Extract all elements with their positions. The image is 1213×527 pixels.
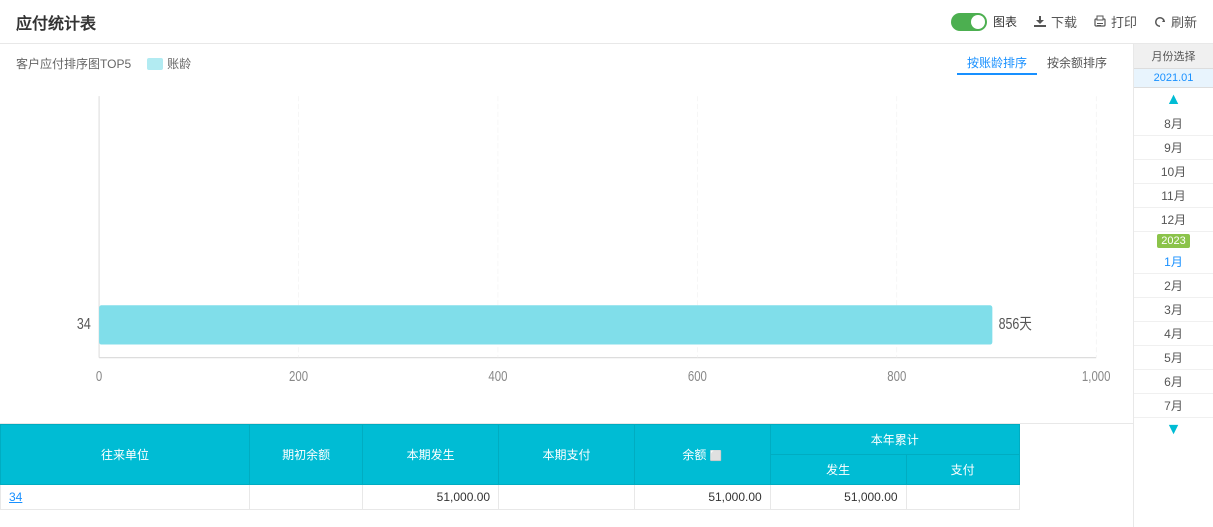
sidebar-current-month[interactable]: 2021.01: [1134, 69, 1213, 88]
col-header-opening: 期初余额: [250, 425, 363, 485]
col-header-balance: 余额 ⬜: [634, 425, 770, 485]
col-header-unit: 往来单位: [1, 425, 250, 485]
svg-text:200: 200: [289, 368, 308, 385]
refresh-label: 刷新: [1171, 12, 1197, 31]
col-header-current-occur: 本期发生: [363, 425, 499, 485]
sidebar-month-header: 月份选择: [1134, 44, 1213, 69]
sidebar-month-11[interactable]: 11月: [1134, 184, 1213, 208]
sidebar-month-8[interactable]: 8月: [1134, 112, 1213, 136]
sidebar-month-12[interactable]: 12月: [1134, 208, 1213, 232]
table-row: 34 51,000.00 51,000.00 51,000.00: [1, 485, 1133, 510]
sidebar-month-9[interactable]: 9月: [1134, 136, 1213, 160]
sidebar-month-4[interactable]: 4月: [1134, 322, 1213, 346]
sidebar-month-3[interactable]: 3月: [1134, 298, 1213, 322]
sort-by-balance-button[interactable]: 按余额排序: [1037, 52, 1117, 75]
svg-text:856天: 856天: [999, 316, 1032, 334]
download-button[interactable]: 下载: [1033, 12, 1077, 31]
sidebar-month-5[interactable]: 5月: [1134, 346, 1213, 370]
sort-by-aging-button[interactable]: 按账龄排序: [957, 52, 1037, 75]
sidebar-month-7[interactable]: 7月: [1134, 394, 1213, 418]
svg-text:400: 400: [488, 368, 507, 385]
cell-unit[interactable]: 34: [1, 485, 250, 510]
print-button[interactable]: 打印: [1093, 12, 1137, 31]
col-header-ytd-group: 本年累计: [770, 425, 1019, 455]
download-icon: [1033, 15, 1047, 29]
chart-container: 34 856天 0 200 400 600 800 1,000: [0, 83, 1133, 423]
legend-item-aging: 账龄: [147, 55, 191, 72]
year-marker-2023[interactable]: 2023: [1157, 234, 1189, 248]
data-table: 往来单位 期初余额 本期发生 本期支付 余额 ⬜ 本年累计 发生: [0, 424, 1133, 510]
col-header-ytd-pay: 支付: [906, 455, 1019, 485]
header-actions: 图表 下载 打印 刷新: [951, 12, 1197, 31]
cell-current-pay: [499, 485, 635, 510]
download-label: 下载: [1051, 12, 1077, 31]
print-label: 打印: [1111, 12, 1137, 31]
sidebar-month-1[interactable]: 1月: [1134, 250, 1213, 274]
chart-toggle[interactable]: [951, 13, 987, 31]
chart-legend: 客户应付排序图TOP5 账龄: [16, 55, 191, 72]
page-title: 应付统计表: [16, 10, 96, 34]
legend-box-aging: [147, 58, 163, 70]
cell-balance: 51,000.00: [634, 485, 770, 510]
refresh-button[interactable]: 刷新: [1153, 12, 1197, 31]
chart-label: 图表: [993, 13, 1017, 30]
cell-current-occur: 51,000.00: [363, 485, 499, 510]
table-section: 往来单位 期初余额 本期发生 本期支付 余额 ⬜ 本年累计 发生: [0, 423, 1133, 510]
nav-arrow-down[interactable]: ▼: [1134, 418, 1213, 442]
chart-sort-buttons: 按账龄排序 按余额排序: [957, 52, 1117, 75]
svg-text:0: 0: [96, 368, 102, 385]
chart-header: 客户应付排序图TOP5 账龄 按账龄排序 按余额排序: [0, 44, 1133, 83]
bar-chart: 34 856天 0 200 400 600 800 1,000: [16, 83, 1117, 423]
svg-text:600: 600: [688, 368, 707, 385]
sidebar-month-6[interactable]: 6月: [1134, 370, 1213, 394]
right-sidebar: 月份选择 2021.01 ▲ 8月 9月 10月 11月 12月 2023 1月…: [1133, 44, 1213, 527]
sidebar-nav: ▲ 8月 9月 10月 11月 12月 2023 1月 2月 3月 4月 5月 …: [1134, 88, 1213, 527]
legend-item-rank: 客户应付排序图TOP5: [16, 55, 131, 72]
col-header-ytd-occur: 发生: [770, 455, 906, 485]
nav-arrow-up[interactable]: ▲: [1134, 88, 1213, 112]
sidebar-month-10[interactable]: 10月: [1134, 160, 1213, 184]
svg-text:800: 800: [887, 368, 906, 385]
legend-rank-label: 客户应付排序图TOP5: [16, 55, 131, 72]
refresh-icon: [1153, 15, 1167, 29]
legend-aging-label: 账龄: [167, 55, 191, 72]
cell-ytd-pay: [906, 485, 1019, 510]
print-icon: [1093, 15, 1107, 29]
chart-toggle-wrap[interactable]: 图表: [951, 13, 1017, 31]
sidebar-month-2[interactable]: 2月: [1134, 274, 1213, 298]
svg-text:34: 34: [77, 316, 91, 334]
svg-text:1,000: 1,000: [1082, 368, 1111, 385]
col-header-current-pay: 本期支付: [499, 425, 635, 485]
cell-opening: [250, 485, 363, 510]
cell-ytd-occur: 51,000.00: [770, 485, 906, 510]
